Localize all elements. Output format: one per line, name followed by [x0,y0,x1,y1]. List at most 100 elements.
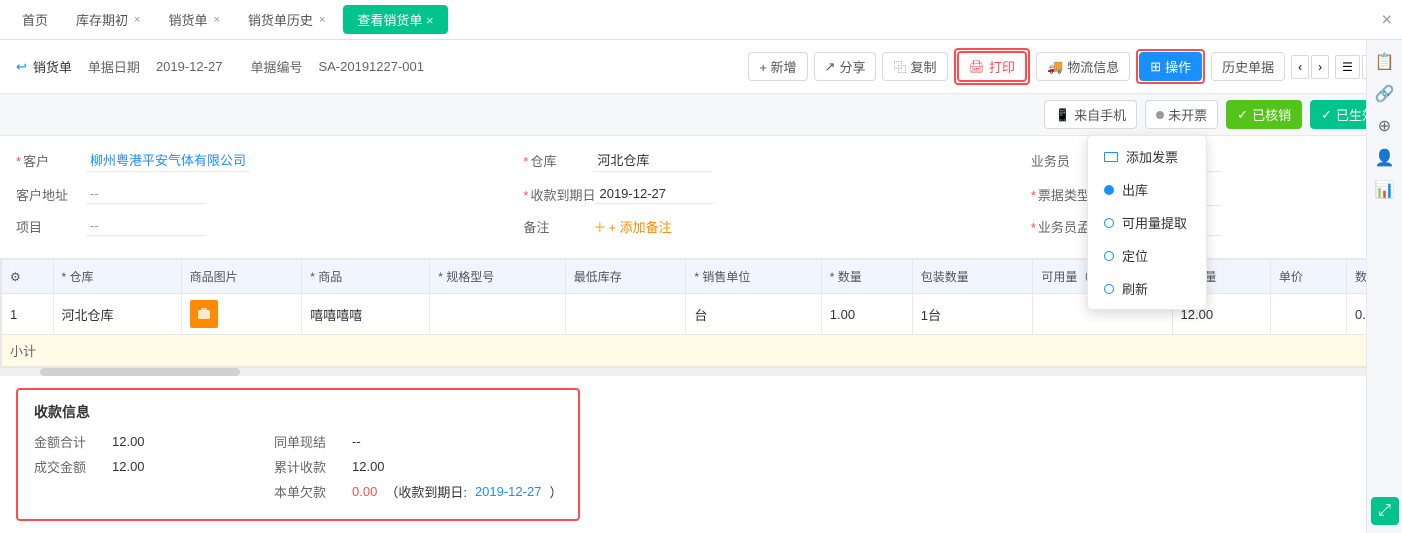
same-settlement-field: 同单现结 -- [274,432,474,451]
tab-close-view-sales[interactable]: × [426,13,434,28]
dropdown-locate[interactable]: 定位 [1088,239,1206,272]
col-qty: * 数量 [821,260,912,294]
col-price: 单价 [1270,260,1346,294]
note-field: 备注 ＋ + 添加备注 [523,217,1030,236]
due-date-value: 2019-12-27 [595,184,715,204]
payment-box: 收款信息 金额合计 12.00 同单现结 -- 成交金额 12.00 累计收款 [16,388,580,521]
subtotal-row: 小计 [2,335,1401,367]
same-settlement-label: 同单现结 [274,432,344,451]
doc-meta: 单据日期 2019-12-27 单据编号 SA-20191227-001 [88,57,432,76]
mobile-icon: 📱 [1055,108,1070,122]
tab-sales-order[interactable]: 销货单 × [154,0,233,39]
ticket-type-field: 票据类型 不开票 [1031,182,1386,206]
sidebar-icon-1[interactable]: 📋 [1371,48,1399,76]
copy-button[interactable]: ⿻ 复制 [882,52,947,81]
operations-icon: ⊞ [1150,59,1161,75]
cell-index: 1 [2,294,54,335]
arrears-date: 2019-12-27 [475,484,542,499]
col-product: * 商品 [302,260,430,294]
payment-title: 收款信息 [34,402,562,422]
copy-icon: ⿻ [893,57,906,76]
not-open-dot [1156,111,1164,119]
subtotal-label: 小计 [2,335,1401,367]
cell-price [1270,294,1346,335]
operations-highlight-box: ⊞ 操作 [1136,49,1205,84]
dropdown-outbound[interactable]: 出库 [1088,173,1206,206]
add-note-button[interactable]: ＋ + 添加备注 [593,217,671,236]
col-img: 商品图片 [181,260,302,294]
tab-bar: 首页 库存期初 × 销货单 × 销货单历史 × 查看销货单 × × [0,0,1402,40]
scrollbar-thumb[interactable] [40,368,240,376]
dropdown-available-qty[interactable]: 可用量提取 [1088,206,1206,239]
share-button[interactable]: ↗ 分享 [814,52,877,81]
col-settings[interactable]: ⚙ [2,260,54,294]
product-image [190,300,218,328]
confirmed-icon: ✓ [1237,107,1248,123]
dropdown-add-invoice[interactable]: 添加发票 [1088,140,1206,173]
total-label: 金额合计 [34,432,104,451]
number-label: 单据编号 [250,57,302,76]
operations-button[interactable]: ⊞ 操作 [1139,52,1202,81]
tab-sales-history[interactable]: 销货单历史 × [234,0,339,39]
col-spec: * 规格型号 [430,260,565,294]
project-label: 项目 [16,217,86,236]
tab-view-sales[interactable]: 查看销货单 × [343,5,447,34]
warehouse-value: 河北仓库 [593,148,713,172]
customer-label: 客户 [16,151,86,170]
sidebar-icon-4[interactable]: 👤 [1371,144,1399,172]
total-field: 金额合计 12.00 [34,432,234,451]
horizontal-scrollbar[interactable] [0,368,1402,376]
available-qty-icon [1104,218,1114,228]
operations-dropdown: 添加发票 出库 可用量提取 定位 刷新 [1087,135,1207,310]
refresh-icon [1104,284,1114,294]
from-mobile-button[interactable]: 📱 来自手机 [1044,100,1137,129]
sidebar-icon-2[interactable]: 🔗 [1371,80,1399,108]
address-value: -- [86,184,206,204]
nav-arrows: ‹ › [1291,55,1329,79]
next-arrow[interactable]: › [1311,55,1329,79]
toolbar-row: 📱 来自手机 未开票 ✓ 已核销 ✓ 已生效 [0,94,1402,136]
dropdown-refresh[interactable]: 刷新 [1088,272,1206,305]
main-area: ↩ 销货单 单据日期 2019-12-27 单据编号 SA-20191227-0… [0,40,1402,533]
right-sidebar: 📋 🔗 ⊕ 👤 📊 ⤢ [1366,40,1402,533]
tab-close-sales-order[interactable]: × [213,14,219,26]
sidebar-expand-button[interactable]: ⤢ [1371,497,1399,525]
sidebar-icon-5[interactable]: 📊 [1371,176,1399,204]
sidebar-icon-3[interactable]: ⊕ [1371,112,1399,140]
share-icon: ↗ [825,59,836,75]
logistics-button[interactable]: 🚚 物流信息 [1036,52,1130,81]
print-highlight-box: 🖨 打印 [954,48,1031,85]
confirmed-button[interactable]: ✓ 已核销 [1226,100,1302,129]
history-button[interactable]: 历史单据 [1211,52,1285,81]
close-all-button[interactable]: × [1381,9,1392,30]
customer-field: 客户 柳州粤港平安气体有限公司 [16,148,523,172]
col-unit: * 销售单位 [686,260,821,294]
print-button[interactable]: 🖨 打印 [957,51,1028,82]
cumulative-field: 累计收款 12.00 [274,457,474,476]
col-pkg-qty: 包装数量 [912,260,1033,294]
staff-field: 业务员 演示账号 [1031,148,1386,172]
tab-close-sales-history[interactable]: × [319,14,325,26]
cell-spec [430,294,565,335]
tab-close-inventory-init[interactable]: × [134,14,140,26]
cell-warehouse: 河北仓库 [53,294,181,335]
transaction-value: 12.00 [112,459,145,474]
warehouse-label: 仓库 [523,151,593,170]
customer-value[interactable]: 柳州粤港平安气体有限公司 [86,148,250,172]
doc-header-left: ↩ 销货单 单据日期 2019-12-27 单据编号 SA-20191227-0… [16,57,432,76]
prev-arrow[interactable]: ‹ [1291,55,1309,79]
warehouse-field: 仓库 河北仓库 [523,148,1030,172]
tab-home[interactable]: 首页 [8,0,62,39]
tab-inventory-init[interactable]: 库存期初 × [62,0,154,39]
project-value: -- [86,216,206,236]
col-warehouse: * 仓库 [53,260,181,294]
not-open-button[interactable]: 未开票 [1145,100,1218,129]
new-button[interactable]: + 新增 [748,52,807,81]
date-value: 2019-12-27 [156,59,223,74]
cell-unit: 台 [686,294,821,335]
arrears-suffix-1: （收款到期日: [385,482,467,501]
transaction-field: 成交金额 12.00 [34,457,234,476]
project-field: 项目 -- [16,216,523,236]
list-view-icon[interactable]: ☰ [1335,55,1360,79]
arrears-value: 0.00 [352,484,377,499]
